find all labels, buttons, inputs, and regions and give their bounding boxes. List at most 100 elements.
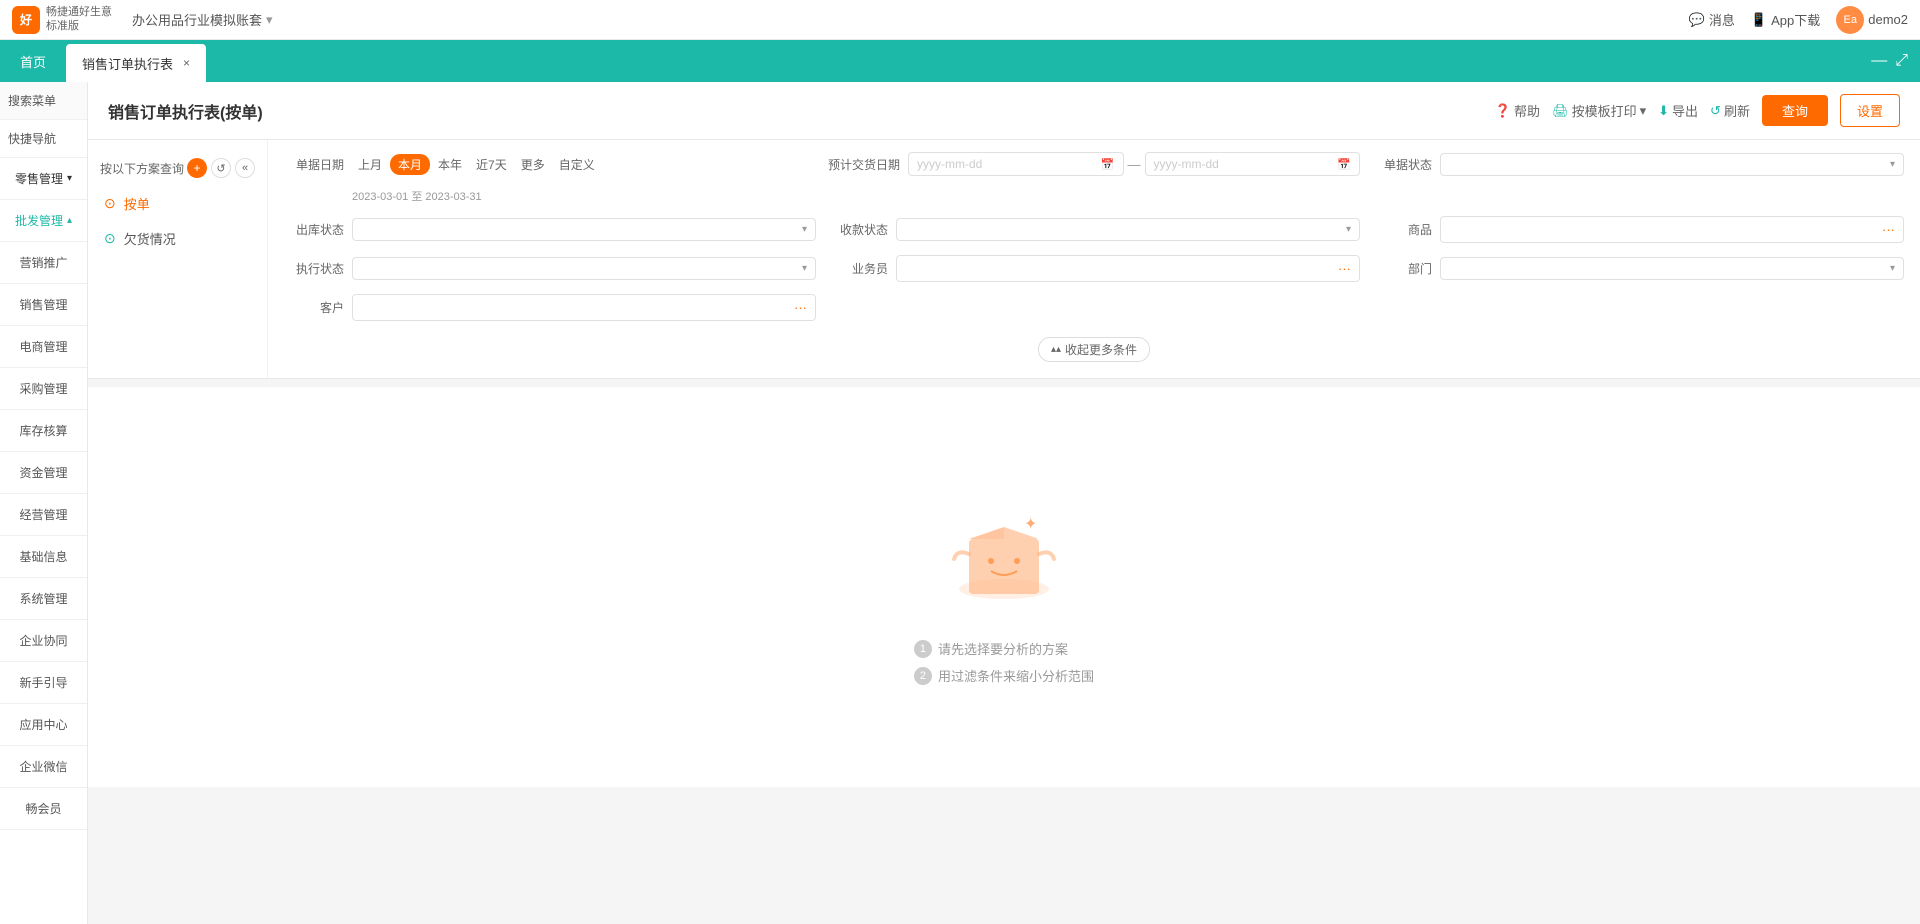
sidebar-item-marketing[interactable]: 营销推广 bbox=[0, 242, 87, 284]
refresh-scheme-btn[interactable]: ↺ bbox=[211, 158, 231, 178]
date-btn-this-year[interactable]: 本年 bbox=[432, 154, 468, 175]
empty-illustration: ✦ bbox=[939, 489, 1069, 619]
sidebar-item-search-menu[interactable]: 搜索菜单 bbox=[0, 82, 87, 120]
setting-button[interactable]: 设置 bbox=[1840, 94, 1900, 127]
date-btn-last-7[interactable]: 近7天 bbox=[470, 154, 513, 175]
salesman-input[interactable]: ··· bbox=[896, 255, 1360, 282]
message-btn[interactable]: 💬 消息 bbox=[1689, 10, 1735, 29]
sidebar-item-app-center[interactable]: 应用中心 bbox=[0, 704, 87, 746]
logo-area: 好 畅捷通好生意 标准版 bbox=[12, 6, 112, 34]
step-1-circle: 1 bbox=[914, 640, 932, 658]
tab-sales-order[interactable]: 销售订单执行表 × bbox=[66, 44, 206, 82]
cal-icon-end: 📅 bbox=[1337, 158, 1351, 171]
sidebar-item-newcomer[interactable]: 新手引导 bbox=[0, 662, 87, 704]
date-btn-custom[interactable]: 自定义 bbox=[553, 154, 601, 175]
query-button[interactable]: 查询 bbox=[1762, 95, 1828, 126]
retail-expand-icon: ▾ bbox=[67, 173, 72, 184]
sidebar-item-sys-mgmt[interactable]: 系统管理 bbox=[0, 578, 87, 620]
sidebar-item-wholesale-mgmt[interactable]: 批发管理 ▴ bbox=[0, 200, 87, 242]
refresh-btn[interactable]: ↺ 刷新 bbox=[1710, 101, 1750, 120]
filter-container: 按以下方案查询 + ↺ « ⊙ 按单 ⊙ 欠货情况 bbox=[88, 140, 1920, 379]
warehouse-chevron-icon: ▾ bbox=[802, 224, 807, 235]
status-label: 单据状态 bbox=[1372, 156, 1432, 173]
sidebar-item-inventory[interactable]: 库存核算 bbox=[0, 410, 87, 452]
step-2-circle: 2 bbox=[914, 667, 932, 685]
left-panel-icons: + ↺ « bbox=[187, 158, 255, 178]
expected-date-start[interactable]: yyyy-mm-dd 📅 bbox=[908, 152, 1124, 176]
salesman-label: 业务员 bbox=[828, 260, 888, 277]
dept-select[interactable]: ▾ bbox=[1440, 257, 1904, 280]
export-btn[interactable]: ⬇ 导出 bbox=[1658, 101, 1698, 120]
filter-cell-salesman: 业务员 ··· bbox=[828, 255, 1360, 282]
date-btn-last-month[interactable]: 上月 bbox=[352, 154, 388, 175]
svg-text:✦: ✦ bbox=[1024, 516, 1037, 533]
filter-row-3: 执行状态 ▾ 业务员 ··· 部门 bbox=[284, 255, 1904, 282]
by-order-icon: ⊙ bbox=[104, 195, 116, 212]
salesman-ellipsis-icon: ··· bbox=[1338, 261, 1351, 276]
sidebar-item-purchase-mgmt[interactable]: 采购管理 bbox=[0, 368, 87, 410]
sidebar-item-basic-info[interactable]: 基础信息 bbox=[0, 536, 87, 578]
add-scheme-btn[interactable]: + bbox=[187, 158, 207, 178]
sidebar-item-enterprise[interactable]: 企业协同 bbox=[0, 620, 87, 662]
content-area: 销售订单执行表(按单) ❓ 帮助 🖨 按模板打印 ▾ ⬇ 导出 ↺ 刷新 bbox=[88, 82, 1920, 924]
exec-select[interactable]: ▾ bbox=[352, 257, 816, 280]
tab-bar-right: — ⤢ bbox=[1871, 52, 1920, 70]
left-panel-title: 按以下方案查询 bbox=[100, 160, 184, 177]
print-template-btn[interactable]: 🖨 按模板打印 ▾ bbox=[1552, 101, 1646, 120]
print-chevron-icon: ▾ bbox=[1640, 103, 1647, 119]
date-btn-more[interactable]: 更多 bbox=[515, 154, 551, 175]
print-icon: 🖨 bbox=[1552, 103, 1569, 119]
filter-cell-dept: 部门 ▾ bbox=[1372, 257, 1904, 280]
minimize-icon[interactable]: — bbox=[1871, 52, 1887, 70]
message-icon: 💬 bbox=[1689, 12, 1705, 28]
user-menu[interactable]: Ea demo2 bbox=[1836, 6, 1908, 34]
date-btn-this-month[interactable]: 本月 bbox=[390, 154, 430, 175]
status-chevron-icon: ▾ bbox=[1890, 159, 1895, 170]
expected-date-label: 预计交货日期 bbox=[828, 156, 900, 173]
sidebar-item-quick-nav[interactable]: 快捷导航 bbox=[0, 120, 87, 158]
main-layout: 搜索菜单 快捷导航 零售管理 ▾ 批发管理 ▴ 营销推广 销售管理 电商管理 采… bbox=[0, 82, 1920, 924]
empty-step-1: 1 请先选择要分析的方案 bbox=[914, 639, 1094, 658]
payment-select[interactable]: ▾ bbox=[896, 218, 1360, 241]
sidebar-item-sales-mgmt[interactable]: 销售管理 bbox=[0, 284, 87, 326]
warehouse-select[interactable]: ▾ bbox=[352, 218, 816, 241]
page-actions: ❓ 帮助 🖨 按模板打印 ▾ ⬇ 导出 ↺ 刷新 查询 设置 bbox=[1495, 94, 1900, 127]
dept-label: 部门 bbox=[1372, 260, 1432, 277]
doc-title[interactable]: 办公用品行业模拟账套 ▾ bbox=[132, 10, 273, 29]
filter-row-4: 客户 ··· bbox=[284, 294, 1904, 321]
scheme-arrears[interactable]: ⊙ 欠货情况 bbox=[88, 221, 267, 256]
goods-input[interactable]: ··· bbox=[1440, 216, 1904, 243]
sidebar-item-enterprise-wechat[interactable]: 企业微信 bbox=[0, 746, 87, 788]
app-download-btn[interactable]: 📱 App下载 bbox=[1751, 10, 1820, 29]
tab-close-icon[interactable]: × bbox=[183, 56, 190, 70]
exec-label: 执行状态 bbox=[284, 260, 344, 277]
filter-cell-expected-date: 预计交货日期 yyyy-mm-dd 📅 — yyyy-mm-dd 📅 bbox=[828, 152, 1360, 176]
sidebar-item-finance[interactable]: 资金管理 bbox=[0, 452, 87, 494]
customer-input[interactable]: ··· bbox=[352, 294, 816, 321]
payment-label: 收款状态 bbox=[828, 221, 888, 238]
scheme-by-order[interactable]: ⊙ 按单 bbox=[88, 186, 267, 221]
left-panel-header: 按以下方案查询 + ↺ « bbox=[88, 150, 267, 186]
status-select[interactable]: ▾ bbox=[1440, 153, 1904, 176]
filter-row-2: 出库状态 ▾ 收款状态 ▾ 商品 bbox=[284, 216, 1904, 243]
sidebar-item-ecommerce[interactable]: 电商管理 bbox=[0, 326, 87, 368]
maximize-icon[interactable]: ⤢ bbox=[1895, 52, 1908, 70]
tab-home[interactable]: 首页 bbox=[0, 40, 66, 82]
empty-step-2-text: 用过滤条件来缩小分析范围 bbox=[938, 666, 1094, 685]
expected-date-end[interactable]: yyyy-mm-dd 📅 bbox=[1145, 152, 1361, 176]
date-range-text: 2023-03-01 至 2023-03-31 bbox=[284, 188, 1904, 204]
filter-cell-goods: 商品 ··· bbox=[1372, 216, 1904, 243]
sidebar-item-member[interactable]: 畅会员 bbox=[0, 788, 87, 830]
sidebar-item-operations[interactable]: 经营管理 bbox=[0, 494, 87, 536]
date-btns-group: 上月 本月 本年 近7天 更多 自定义 bbox=[352, 154, 816, 175]
refresh-icon: ↺ bbox=[1710, 103, 1721, 119]
collapse-chevron-icon: ▴▴ bbox=[1051, 344, 1061, 355]
help-btn[interactable]: ❓ 帮助 bbox=[1495, 101, 1540, 120]
collapse-btn[interactable]: ▴▴ 收起更多条件 bbox=[1038, 337, 1150, 362]
filter-cell-payment: 收款状态 ▾ bbox=[828, 218, 1360, 241]
left-panel: 按以下方案查询 + ↺ « ⊙ 按单 ⊙ 欠货情况 bbox=[88, 140, 268, 378]
sidebar-item-retail-mgmt[interactable]: 零售管理 ▾ bbox=[0, 158, 87, 200]
collapse-panel-btn[interactable]: « bbox=[235, 158, 255, 178]
help-icon: ❓ bbox=[1495, 103, 1511, 119]
exec-chevron-icon: ▾ bbox=[802, 263, 807, 274]
